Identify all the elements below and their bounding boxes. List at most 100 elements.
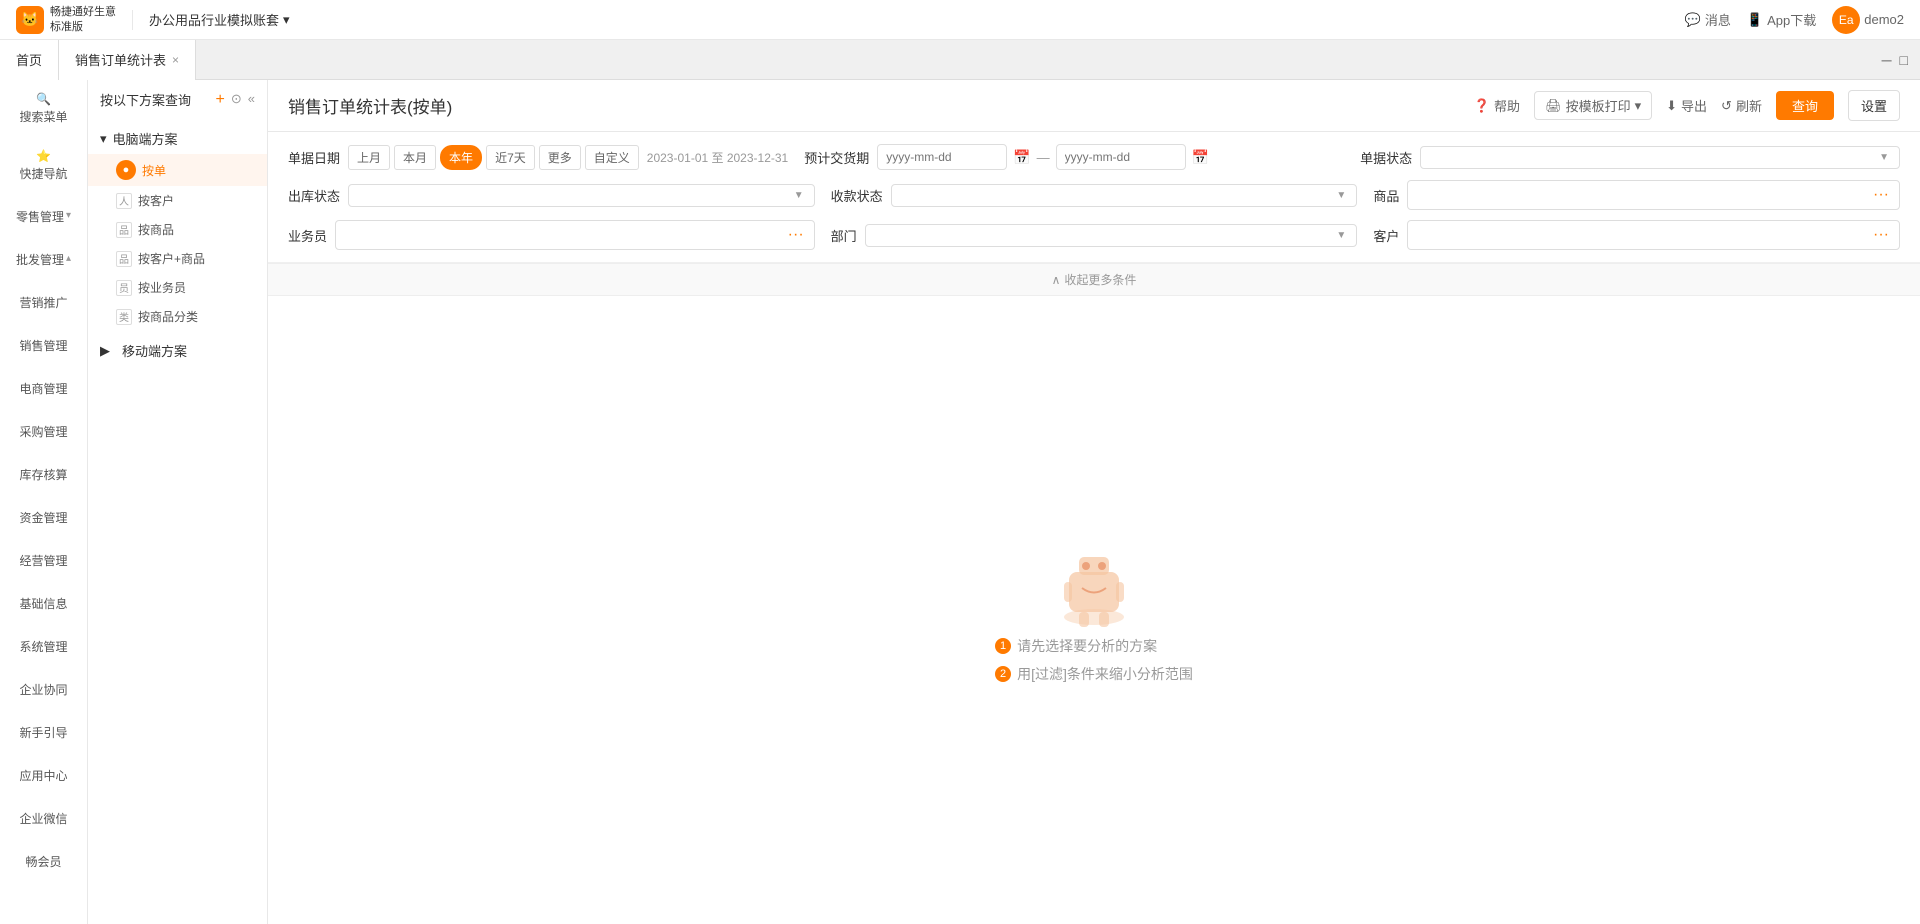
topbar-title[interactable]: 办公用品行业模拟账套 ▾ <box>149 10 290 29</box>
stock-status-select[interactable]: ▼ <box>348 184 815 207</box>
customer-label: 客户 <box>1373 226 1399 245</box>
tab-home[interactable]: 首页 <box>0 40 59 80</box>
customer-ellipsis-btn[interactable]: ··· <box>1873 226 1889 244</box>
logo-text: 畅捷通好生意 标准版 <box>50 5 116 34</box>
sidebar-item-enterprise[interactable]: 企业协同 <box>0 667 87 710</box>
query-button[interactable]: 查询 <box>1776 91 1834 120</box>
sidebar-item-basic-info[interactable]: 基础信息 <box>0 581 87 624</box>
department-select[interactable]: ▼ <box>865 224 1358 247</box>
status-select[interactable]: ▼ <box>1420 146 1900 169</box>
tab-actions: ─ □ <box>1882 52 1920 68</box>
print-btn[interactable]: 🖨 按模板打印 ▾ <box>1534 91 1652 120</box>
department-group: 部门 ▼ <box>831 224 1358 247</box>
tip-num-2: 2 <box>995 666 1011 682</box>
payment-status-label: 收款状态 <box>831 186 883 205</box>
sidebar-item-app-center[interactable]: 应用中心 <box>0 753 87 796</box>
solution-item-5[interactable]: 类 按商品分类 <box>88 302 267 331</box>
sidebar-item-wholesale[interactable]: 批发管理 ▴ <box>0 237 87 280</box>
grid2-icon: 品 <box>116 251 132 267</box>
solution-item-3[interactable]: 品 按客户+商品 <box>88 244 267 273</box>
print-dropdown-icon[interactable]: ▾ <box>1635 98 1642 114</box>
solution-item-2[interactable]: 品 按商品 <box>88 215 267 244</box>
tab-sales-order[interactable]: 销售订单统计表 × <box>59 40 196 80</box>
collapse-bar[interactable]: ∧ 收起更多条件 <box>268 263 1920 296</box>
help-btn[interactable]: ❓ 帮助 <box>1474 96 1520 115</box>
mobile-section-arrow: ▶ <box>100 343 110 359</box>
logo-area: 🐱 畅捷通好生意 标准版 <box>16 5 116 34</box>
mobile-section-header[interactable]: ▶ 移动端方案 <box>88 335 267 366</box>
tab-close-icon[interactable]: × <box>172 53 179 67</box>
empty-tips: 1 请先选择要分析的方案 2 用[过滤]条件来缩小分析范围 <box>995 632 1193 688</box>
dept-dropdown-icon: ▼ <box>1336 230 1346 241</box>
help-icon: ❓ <box>1474 98 1490 114</box>
empty-svg <box>1044 532 1144 632</box>
delivery-date-end[interactable] <box>1056 144 1186 170</box>
sidebar-item-quick-nav[interactable]: ⭐ 快捷导航 <box>0 137 87 194</box>
sidebar-item-system[interactable]: 系统管理 <box>0 624 87 667</box>
product-ellipsis-btn[interactable]: ··· <box>1873 186 1889 204</box>
payment-status-group: 收款状态 ▼ <box>831 184 1358 207</box>
collapse-icon: ∧ <box>1052 273 1061 287</box>
date-btn-this-year[interactable]: 本年 <box>440 145 482 170</box>
tab-maximize-icon[interactable]: □ <box>1900 52 1908 68</box>
sidebar-item-member[interactable]: 畅会员 <box>0 839 87 882</box>
date-btn-custom[interactable]: 自定义 <box>585 145 639 170</box>
sidebar-item-purchase[interactable]: 采购管理 <box>0 409 87 452</box>
status-dropdown-icon: ▼ <box>1879 152 1889 163</box>
topbar-dropdown-icon[interactable]: ▾ <box>283 12 290 28</box>
date-sep: — <box>1037 150 1050 165</box>
sidebar-item-capital[interactable]: 资金管理 <box>0 495 87 538</box>
solution-item-0[interactable]: ● 按单 <box>88 154 267 186</box>
user-area[interactable]: Ea demo2 <box>1832 6 1904 34</box>
sidebar-item-operations[interactable]: 经营管理 <box>0 538 87 581</box>
sidebar-item-enterprise-wechat[interactable]: 企业微信 <box>0 796 87 839</box>
sidebar-item-ecommerce[interactable]: 电商管理 <box>0 366 87 409</box>
tabbar: 首页 销售订单统计表 × ─ □ <box>0 40 1920 80</box>
delivery-date-inputs: 📅 — 📅 <box>877 144 1344 170</box>
sidebar-item-inventory[interactable]: 库存核算 <box>0 452 87 495</box>
payment-status-select[interactable]: ▼ <box>891 184 1358 207</box>
left-nav: 🔍 搜索菜单 ⭐ 快捷导航 零售管理 ▾ 批发管理 ▴ 营销推广 销售管理 电商… <box>0 80 88 924</box>
print-icon: 🖨 <box>1545 98 1562 114</box>
settings-button[interactable]: 设置 <box>1848 90 1900 121</box>
sub-panel-title: 按以下方案查询 <box>100 90 191 109</box>
filter-row-1: 单据日期 上月 本月 本年 近7天 更多 自定义 2023-01-01 至 20… <box>288 144 1900 170</box>
page-toolbar: ❓ 帮助 🖨 按模板打印 ▾ ⬇ 导出 ↺ 刷新 <box>1474 90 1900 121</box>
sub-panel-settings-btn[interactable]: ⊙ <box>231 91 242 109</box>
customer-select[interactable]: ··· <box>1407 220 1900 250</box>
sidebar-item-sales[interactable]: 销售管理 <box>0 323 87 366</box>
filter-section: 单据日期 上月 本月 本年 近7天 更多 自定义 2023-01-01 至 20… <box>268 132 1920 263</box>
sub-panel-collapse-btn[interactable]: « <box>248 91 255 109</box>
sidebar-item-retail[interactable]: 零售管理 ▾ <box>0 194 87 237</box>
sub-panel-header: 按以下方案查询 + ⊙ « <box>88 80 267 119</box>
app-download-btn[interactable]: 📱 App下载 <box>1747 10 1816 29</box>
pc-section-header[interactable]: ▾ 电脑端方案 <box>88 123 267 154</box>
date-btn-7days[interactable]: 近7天 <box>486 145 535 170</box>
solution-item-4[interactable]: 员 按业务员 <box>88 273 267 302</box>
message-icon: 💬 <box>1685 12 1701 28</box>
export-btn[interactable]: ⬇ 导出 <box>1666 96 1707 115</box>
message-btn[interactable]: 💬 消息 <box>1685 10 1731 29</box>
tip-num-1: 1 <box>995 638 1011 654</box>
solution-item-1[interactable]: 人 按客户 <box>88 186 267 215</box>
date-btn-last-month[interactable]: 上月 <box>348 145 390 170</box>
sidebar-item-search-menu[interactable]: 🔍 搜索菜单 <box>0 80 87 137</box>
stock-dropdown-icon: ▼ <box>794 190 804 201</box>
sidebar-item-new-guide[interactable]: 新手引导 <box>0 710 87 753</box>
date-btn-more[interactable]: 更多 <box>539 145 581 170</box>
salesperson-select[interactable]: ··· <box>335 220 815 250</box>
tab-minimize-icon[interactable]: ─ <box>1882 52 1892 68</box>
page-title: 销售订单统计表(按单) <box>288 93 452 118</box>
sidebar-item-marketing[interactable]: 营销推广 <box>0 280 87 323</box>
topbar-right: 💬 消息 📱 App下载 Ea demo2 <box>1685 6 1904 34</box>
search-icon: 🔍 <box>4 92 83 106</box>
date-filter-group: 单据日期 上月 本月 本年 近7天 更多 自定义 2023-01-01 至 20… <box>288 145 788 170</box>
sub-panel-add-btn[interactable]: + <box>216 91 225 109</box>
status-group: 单据状态 ▼ <box>1360 146 1900 169</box>
delivery-date-start[interactable] <box>877 144 1007 170</box>
salesperson-ellipsis-btn[interactable]: ··· <box>788 226 804 244</box>
pc-section: ▾ 电脑端方案 ● 按单 人 按客户 品 按商品 品 按客户+商品 员 按业务员 <box>88 119 267 335</box>
product-select[interactable]: ··· <box>1407 180 1900 210</box>
refresh-btn[interactable]: ↺ 刷新 <box>1721 96 1762 115</box>
date-btn-this-month[interactable]: 本月 <box>394 145 436 170</box>
